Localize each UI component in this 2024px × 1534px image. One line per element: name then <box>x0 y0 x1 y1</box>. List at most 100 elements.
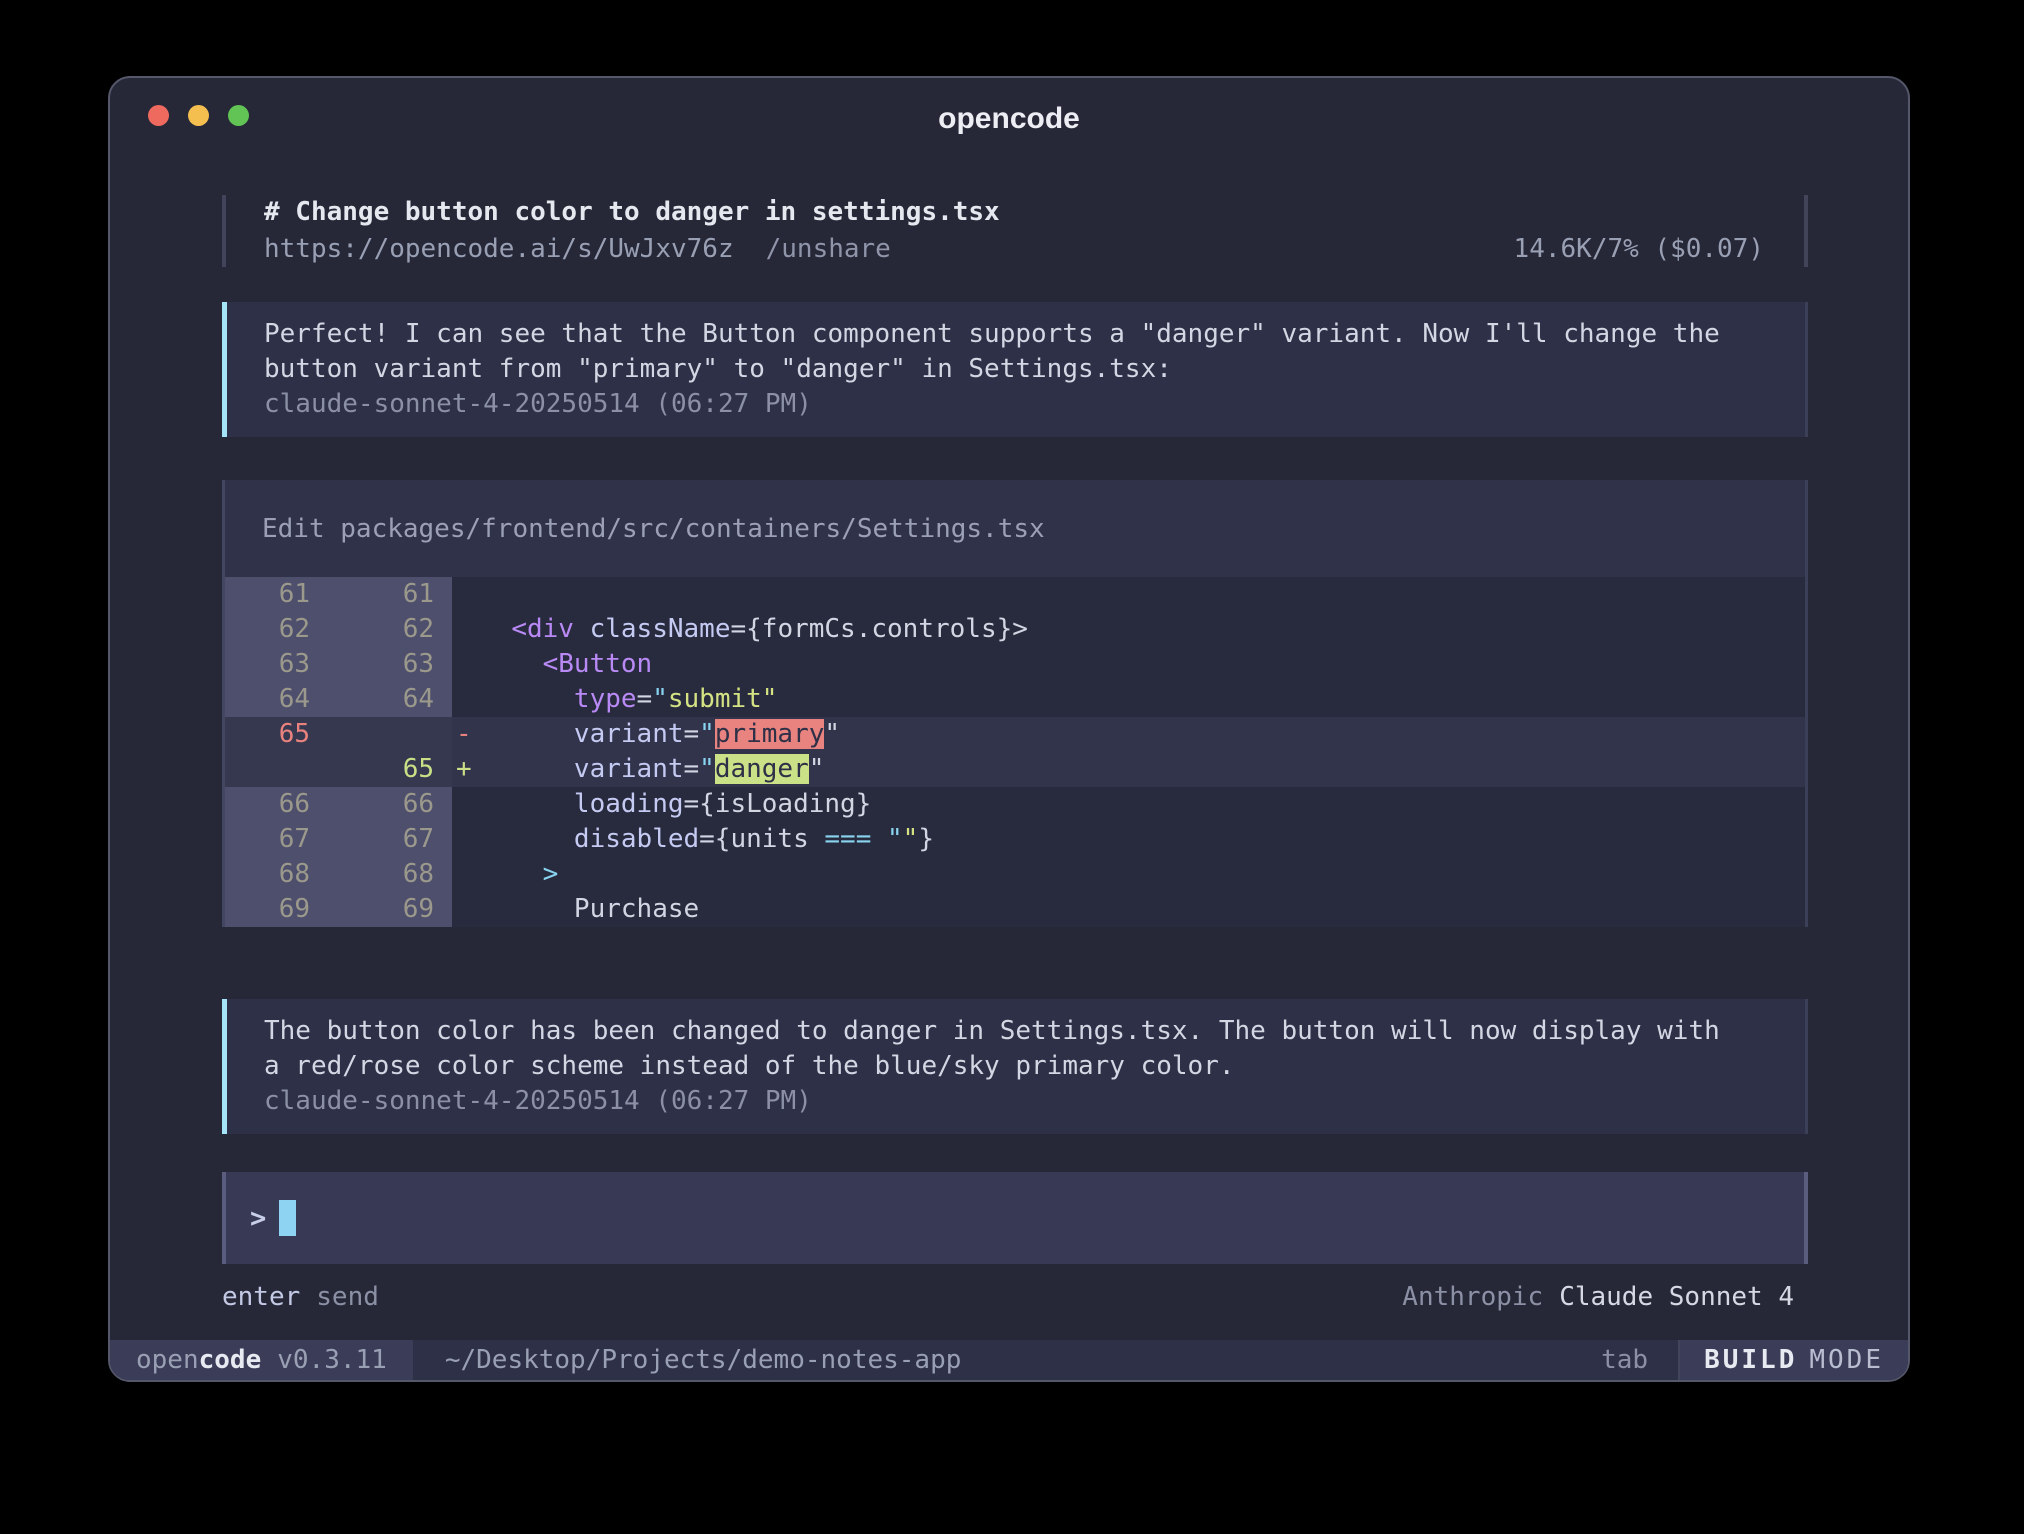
diff-line-number-new <box>334 717 452 752</box>
diff-row: 65- variant="primary" <box>225 717 1805 752</box>
model-name: Claude Sonnet 4 <box>1559 1282 1794 1312</box>
code-token: disabled <box>574 824 699 854</box>
code-token <box>480 859 543 889</box>
diff-code-line: type="submit" <box>480 682 777 717</box>
code-token: className <box>590 614 731 644</box>
diff-change-marker: - <box>452 717 480 752</box>
code-token <box>480 649 543 679</box>
diff-change-marker <box>452 892 480 927</box>
text-cursor <box>279 1200 296 1236</box>
close-button[interactable] <box>148 105 169 126</box>
session-subheader: https://opencode.ai/s/UwJxv76z /unshare … <box>264 232 1764 267</box>
diff-code-line: variant="primary" <box>480 717 840 752</box>
mode-word-mode: MODE <box>1809 1345 1884 1375</box>
diff-row: 6363 <Button <box>225 647 1805 682</box>
diff-change-marker <box>452 647 480 682</box>
diff-gutter: 65 <box>225 717 452 752</box>
diff-line-number-old: 64 <box>225 682 334 717</box>
diff-line-number-new: 66 <box>334 787 452 822</box>
code-token <box>480 894 574 924</box>
code-token <box>480 684 574 714</box>
code-token <box>871 824 887 854</box>
mode-word-build: BUILD <box>1704 1345 1797 1375</box>
message-meta: claude-sonnet-4-20250514 (06:27 PM) <box>264 1084 1775 1119</box>
code-token: ={units <box>699 824 824 854</box>
code-token: variant <box>574 754 684 784</box>
code-token: submit" <box>668 684 778 714</box>
zoom-button[interactable] <box>228 105 249 126</box>
code-token <box>574 614 590 644</box>
diff-code-line: variant="danger" <box>480 752 824 787</box>
diff-code-line: > <box>480 857 558 892</box>
diff-gutter: 6464 <box>225 682 452 717</box>
diff-gutter: 6161 <box>225 577 452 612</box>
minimize-button[interactable] <box>188 105 209 126</box>
prompt-input[interactable]: > <box>222 1172 1808 1264</box>
diff-gutter: 6767 <box>225 822 452 857</box>
diff-line-number-old: 62 <box>225 612 334 647</box>
diff-line-number-new: 65 <box>334 752 452 787</box>
share-url[interactable]: https://opencode.ai/s/UwJxv76z <box>264 232 734 267</box>
code-token: variant <box>574 719 684 749</box>
diff-code-line: loading={isLoading} <box>480 787 871 822</box>
window-titlebar: opencode <box>110 78 1908 142</box>
diff-code-line: Purchase <box>480 892 699 927</box>
code-token: = <box>684 719 700 749</box>
code-token: " <box>887 824 903 854</box>
message-text: Perfect! I can see that the Button compo… <box>264 317 1775 387</box>
code-token: ={isLoading} <box>684 789 872 819</box>
diff-line-number-old <box>225 752 334 787</box>
diff-gutter: 65 <box>225 752 452 787</box>
code-token <box>480 789 574 819</box>
diff-change-marker <box>452 682 480 717</box>
diff-gutter: 6666 <box>225 787 452 822</box>
diff-code-line: disabled={units === ""} <box>480 822 934 857</box>
edit-tool-block: Edit packages/frontend/src/containers/Se… <box>222 480 1808 927</box>
diff-line-number-old: 61 <box>225 577 334 612</box>
diff-line-number-new: 67 <box>334 822 452 857</box>
diff-code-line: <div className={formCs.controls}> <box>480 612 1028 647</box>
working-directory: ~/Desktop/Projects/demo-notes-app <box>445 1345 962 1375</box>
diff-line-number-old: 66 <box>225 787 334 822</box>
diff-gutter: 6363 <box>225 647 452 682</box>
code-token: " <box>903 824 919 854</box>
model-indicator: AnthropicClaude Sonnet 4 <box>1402 1280 1794 1315</box>
hint-row: entersend AnthropicClaude Sonnet 4 <box>222 1280 1808 1315</box>
app-name-open: open <box>136 1345 199 1375</box>
diff-line-number-new: 68 <box>334 857 452 892</box>
diff-row: 6161 <box>225 577 1805 612</box>
diff-row: 65+ variant="danger" <box>225 752 1805 787</box>
edit-tool-title: Edit packages/frontend/src/containers/Se… <box>225 480 1805 577</box>
code-token <box>480 719 574 749</box>
code-token: " <box>809 754 825 784</box>
diff-gutter: 6969 <box>225 892 452 927</box>
code-token: " <box>699 719 715 749</box>
code-token: primary <box>715 719 825 749</box>
diff-row: 6969 Purchase <box>225 892 1805 927</box>
assistant-message-2: The button color has been changed to dan… <box>222 999 1808 1134</box>
code-token: = <box>637 684 653 714</box>
send-hint: entersend <box>222 1280 379 1315</box>
tab-key-hint: tab <box>1601 1345 1678 1375</box>
prompt-symbol: > <box>250 1203 266 1234</box>
code-token: <Button <box>543 649 653 679</box>
unshare-command: /unshare <box>766 232 891 267</box>
assistant-message-1: Perfect! I can see that the Button compo… <box>222 302 1808 437</box>
diff-line-number-old: 67 <box>225 822 334 857</box>
status-bar-right: tab BUILD MODE <box>1601 1340 1908 1380</box>
diff-row: 6262 <div className={formCs.controls}> <box>225 612 1805 647</box>
window-controls <box>148 105 249 126</box>
diff-line-number-old: 69 <box>225 892 334 927</box>
code-token: " <box>699 754 715 784</box>
code-token <box>480 824 574 854</box>
enter-key-hint: enter <box>222 1282 300 1312</box>
diff-gutter: 6262 <box>225 612 452 647</box>
mode-toggle: BUILD MODE <box>1680 1340 1908 1380</box>
diff-row: 6868 > <box>225 857 1805 892</box>
opencode-window: opencode # Change button color to danger… <box>108 76 1910 1382</box>
message-text: The button color has been changed to dan… <box>264 1014 1775 1084</box>
diff-code-line: <Button <box>480 647 652 682</box>
code-token: } <box>918 824 934 854</box>
code-token: " <box>652 684 668 714</box>
diff-line-number-new: 62 <box>334 612 452 647</box>
